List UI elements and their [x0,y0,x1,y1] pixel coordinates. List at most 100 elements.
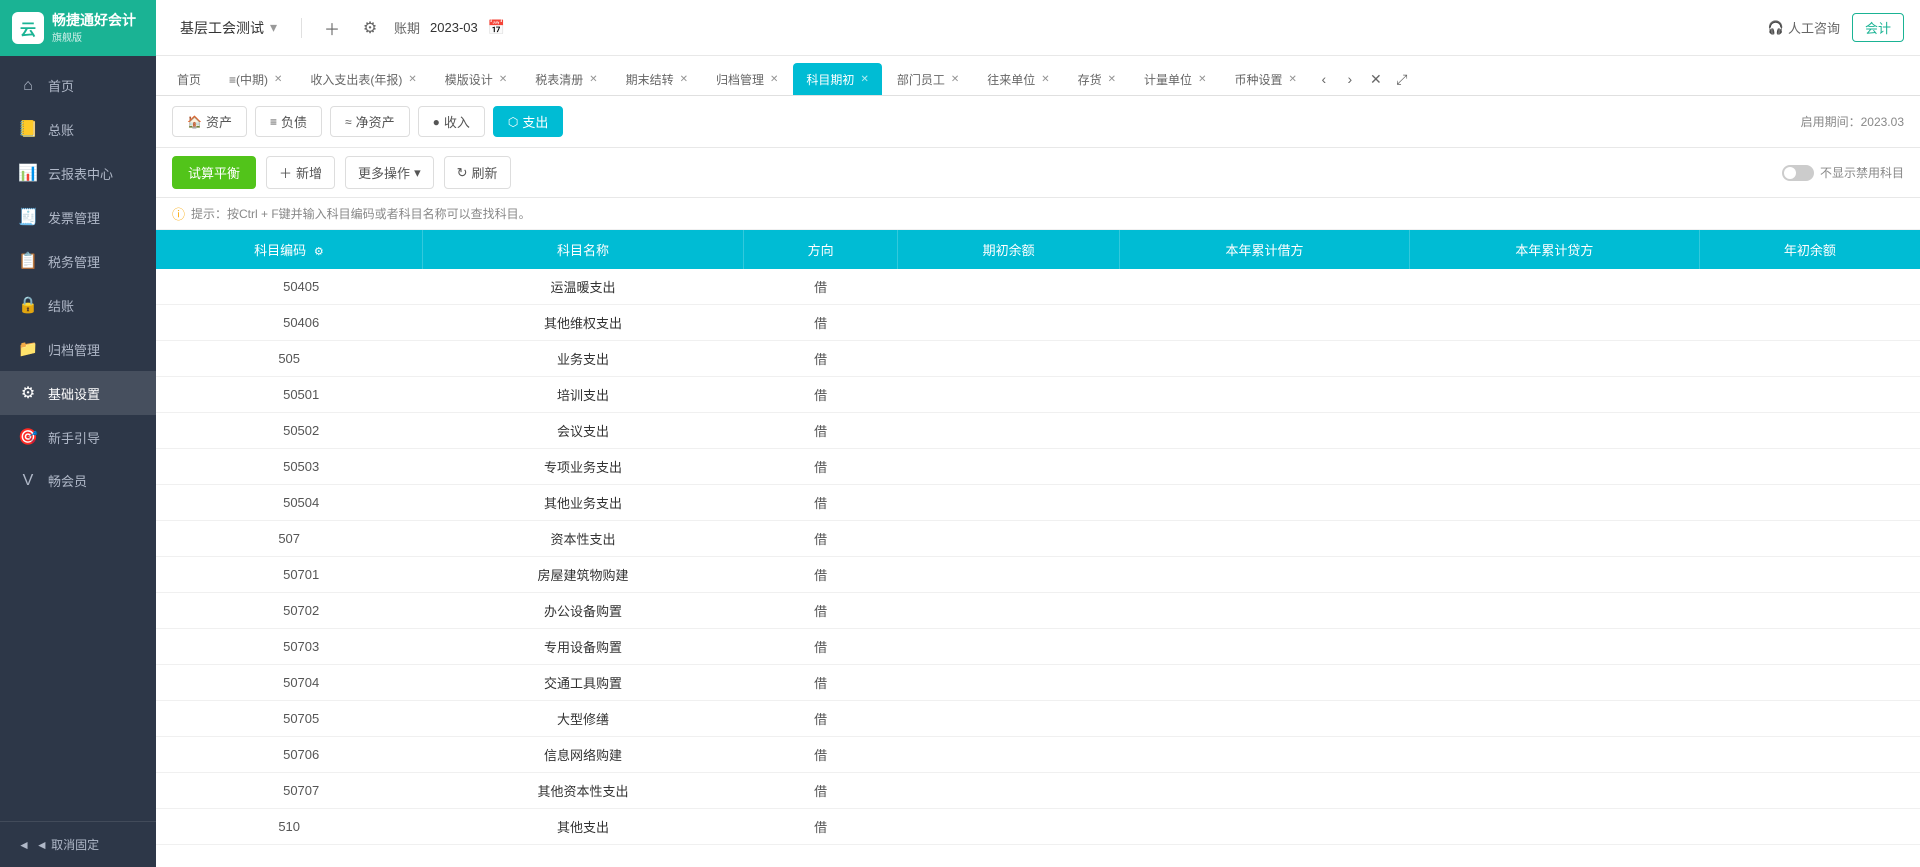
tab-prev-button[interactable]: ‹ [1312,67,1336,91]
cell-ytd-debit [1120,809,1410,845]
tab-close-icon[interactable]: ✕ [951,74,959,85]
cell-dir: 借 [744,701,898,737]
subtab-equity[interactable]: ≈ 净资产 [330,106,410,137]
asset-icon: 🏠 [187,115,202,129]
tab-unit[interactable]: 计量单位 ✕ [1131,63,1219,95]
table-row[interactable]: 510 其他支出 借 [156,809,1920,845]
sidebar-item-settings[interactable]: ⚙ 基础设置 [0,371,156,415]
tab-period-close[interactable]: 期末结转 ✕ [613,63,701,95]
table-row[interactable]: 507 资本性支出 借 [156,521,1920,557]
cell-dir: 借 [744,629,898,665]
tab-close-icon[interactable]: ✕ [499,74,507,85]
col-header-code: 科目编码 ⚙ [156,230,422,269]
settings-button[interactable]: ⚙ [356,14,384,42]
sidebar-item-member[interactable]: V 畅会员 [0,459,156,502]
subtab-liability[interactable]: ≡ 负债 [255,106,322,137]
table-row[interactable]: 50701 房屋建筑物购建 借 [156,557,1920,593]
tab-archive[interactable]: 归档管理 ✕ [703,63,791,95]
cell-name: 房屋建筑物购建 [422,557,743,593]
table-row[interactable]: 50703 专用设备购置 借 [156,629,1920,665]
sidebar-item-tax[interactable]: 📋 税务管理 [0,239,156,283]
tab-close-icon[interactable]: ✕ [1198,74,1206,85]
plus-icon: ＋ [279,163,292,182]
tab-close-icon[interactable]: ✕ [1041,74,1049,85]
tab-close-icon[interactable]: ✕ [589,74,597,85]
refresh-button[interactable]: ↻ 刷新 [444,156,511,189]
tab-expand-button[interactable]: ⤢ [1390,67,1414,91]
tab-contact[interactable]: 往来单位 ✕ [974,63,1062,95]
tab-currency[interactable]: 币种设置 ✕ [1221,63,1309,95]
table-row[interactable]: 50707 其他资本性支出 借 [156,773,1920,809]
help-button[interactable]: 🎧 人工咨询 [1768,18,1840,37]
tab-midterm[interactable]: ≡(中期) ✕ [216,63,295,95]
cell-ytd-debit [1120,773,1410,809]
table-row[interactable]: 50405 运温暖支出 借 [156,269,1920,305]
tab-dept[interactable]: 部门员工 ✕ [884,63,972,95]
balance-button[interactable]: 试算平衡 [172,156,256,189]
sidebar-item-label: 畅会员 [48,471,87,490]
tab-tax[interactable]: 税表清册 ✕ [522,63,610,95]
company-selector[interactable]: 基层工会测试 ▾ [172,14,285,42]
close-accounts-icon: 🔒 [18,295,38,315]
subtab-asset[interactable]: 🏠 资产 [172,106,247,137]
table-row[interactable]: 50705 大型修缮 借 [156,701,1920,737]
cell-code: 50704 [156,665,422,701]
table-row[interactable]: 50504 其他业务支出 借 [156,485,1920,521]
settings-col-icon[interactable]: ⚙ [314,246,324,258]
table-row[interactable]: 50706 信息网络购建 借 [156,737,1920,773]
table-row[interactable]: 505 业务支出 借 [156,341,1920,377]
sidebar: 云 畅捷通好会计 旗舰版 ⌂ 首页 📒 总账 📊 云报表中心 🧾 发票管理 📋 … [0,0,156,867]
calendar-icon[interactable]: 📅 [488,19,505,36]
disable-toggle[interactable]: 不显示禁用科目 [1782,164,1904,181]
sidebar-item-report[interactable]: 📊 云报表中心 [0,151,156,195]
topbar-divider [301,18,302,38]
cell-year-init [1699,773,1920,809]
toggle-control[interactable] [1782,165,1814,181]
tab-inventory[interactable]: 存货 ✕ [1065,63,1129,95]
cell-name: 其他维权支出 [422,305,743,341]
cell-code: 50702 [156,593,422,629]
table-row[interactable]: 50502 会议支出 借 [156,413,1920,449]
more-button[interactable]: 更多操作 ▾ [345,156,434,189]
subtab-income[interactable]: ● 收入 [418,106,485,137]
tab-close-icon[interactable]: ✕ [274,74,282,85]
tab-next-button[interactable]: › [1338,67,1362,91]
cell-name: 培训支出 [422,377,743,413]
subtab-label: 支出 [522,112,548,131]
sidebar-item-home[interactable]: ⌂ 首页 [0,64,156,107]
account-button[interactable]: 会计 [1852,13,1904,42]
tab-template[interactable]: 模版设计 ✕ [432,63,520,95]
sidebar-pin-toggle[interactable]: ◄ ◄ 取消固定 [0,821,156,867]
sidebar-item-ledger[interactable]: 📒 总账 [0,107,156,151]
cell-ytd-debit [1120,737,1410,773]
subtab-expense[interactable]: ⬡ 支出 [493,106,564,137]
tab-close-icon[interactable]: ✕ [680,74,688,85]
tab-close-icon[interactable]: ✕ [770,74,778,85]
tab-close-icon[interactable]: ✕ [860,74,868,85]
cell-name: 其他业务支出 [422,485,743,521]
table-row[interactable]: 50704 交通工具购置 借 [156,665,1920,701]
add-button[interactable]: ＋ 新增 [266,156,335,189]
sidebar-item-archive[interactable]: 📁 归档管理 [0,327,156,371]
tab-close-all-button[interactable]: ✕ [1364,67,1388,91]
cell-ytd-debit [1120,305,1410,341]
tab-close-icon[interactable]: ✕ [1108,74,1116,85]
add-company-button[interactable]: ＋ [318,14,346,42]
sidebar-item-close[interactable]: 🔒 结账 [0,283,156,327]
tab-close-icon[interactable]: ✕ [1288,74,1296,85]
tab-subject-init[interactable]: 科目期初 ✕ [793,63,881,95]
tab-income-annual[interactable]: 收入支出表(年报) ✕ [297,63,429,95]
cell-code: 50703 [156,629,422,665]
sidebar-item-guide[interactable]: 🎯 新手引导 [0,415,156,459]
tab-close-icon[interactable]: ✕ [408,74,416,85]
table-row[interactable]: 50406 其他维权支出 借 [156,305,1920,341]
table-row[interactable]: 50503 专项业务支出 借 [156,449,1920,485]
sidebar-item-invoice[interactable]: 🧾 发票管理 [0,195,156,239]
table-row[interactable]: 50702 办公设备购置 借 [156,593,1920,629]
tab-label: 归档管理 [716,71,764,88]
tab-home[interactable]: 首页 [164,63,214,95]
tab-label: 税表清册 [535,71,583,88]
toolbar-right: 不显示禁用科目 [1782,164,1904,181]
col-header-ytd-credit: 本年累计贷方 [1409,230,1699,269]
table-row[interactable]: 50501 培训支出 借 [156,377,1920,413]
